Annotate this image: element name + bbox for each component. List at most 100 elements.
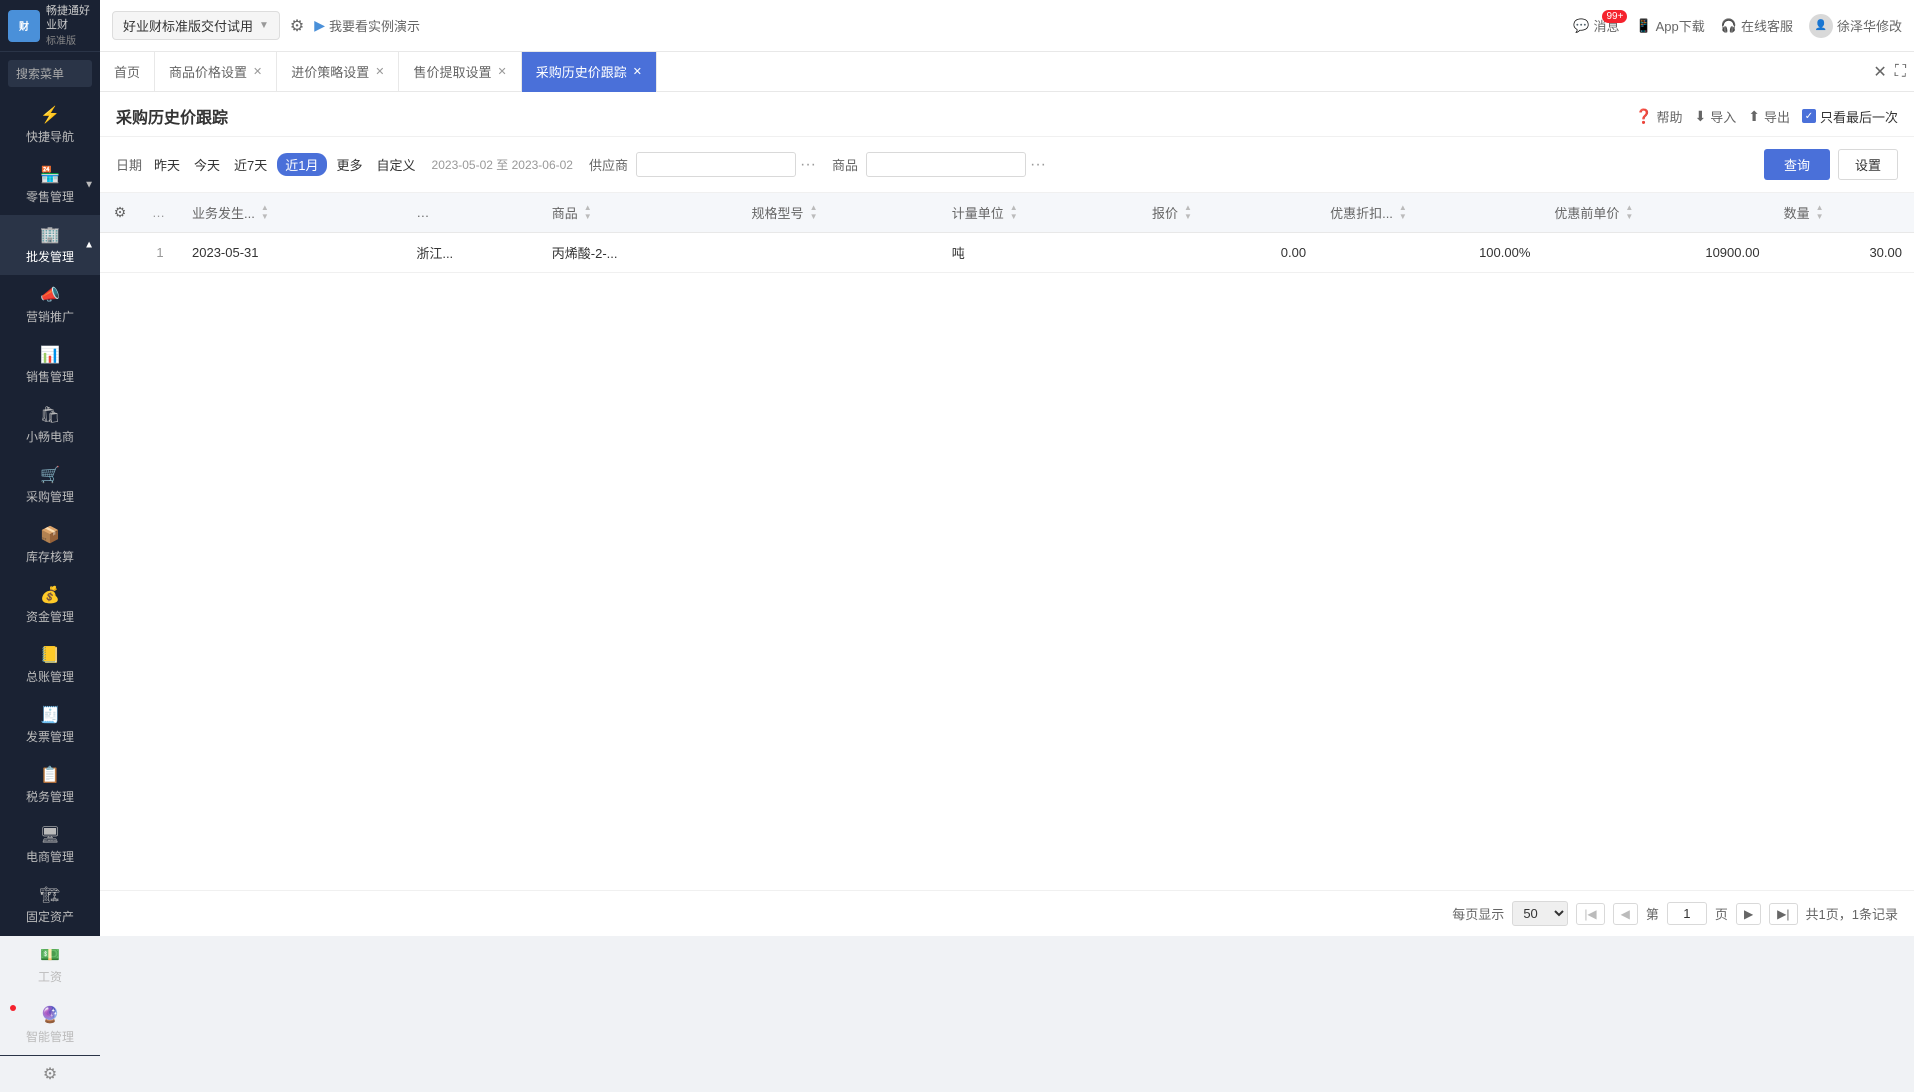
sort-up-icon: ▲ [810, 204, 818, 212]
sidebar-item-ecommerce-small[interactable]: 🛍 小畅电商 [0, 395, 100, 455]
supplier-filter-label: 供应商 [589, 155, 628, 174]
tab-purchase-history-close-icon[interactable]: ✕ [633, 65, 642, 78]
sort-down-icon: ▼ [1816, 213, 1824, 221]
col-discount-sort[interactable]: ▲ ▼ [1399, 204, 1407, 221]
sort-up-icon: ▲ [584, 204, 592, 212]
col-unit-label: 计量单位 [952, 203, 1004, 222]
table-settings-icon[interactable]: ⚙ [114, 204, 127, 220]
page-first-button[interactable]: |◀ [1576, 903, 1604, 925]
col-header-date[interactable]: 业务发生... ▲ ▼ [180, 193, 404, 233]
filter-row: 日期 昨天 今天 近7天 近1月 更多 自定义 2023-05-02 至 202… [116, 149, 1898, 180]
marketing-icon: 📣 [40, 285, 60, 305]
col-header-unit[interactable]: 计量单位 ▲ ▼ [940, 193, 1140, 233]
tab-home[interactable]: 首页 [100, 52, 155, 92]
sidebar-item-invoice[interactable]: 🧾 发票管理 [0, 695, 100, 755]
header-settings-icon[interactable]: ⚙ [290, 16, 304, 36]
sidebar-item-ledger[interactable]: 📒 总账管理 [0, 635, 100, 695]
import-link[interactable]: ⬇ 导入 [1694, 107, 1736, 126]
user-profile-button[interactable]: 👤 徐泽华修改 [1809, 14, 1902, 38]
sidebar-item-sales[interactable]: 📊 销售管理 [0, 335, 100, 395]
online-service-label: 在线客服 [1741, 16, 1793, 35]
col-qty-sort[interactable]: ▲ ▼ [1816, 204, 1824, 221]
col-header-pre-price[interactable]: 优惠前单价 ▲ ▼ [1542, 193, 1771, 233]
sort-down-icon: ▼ [261, 213, 269, 221]
export-link[interactable]: ⬆ 导出 [1748, 107, 1790, 126]
tab-goods-price-close-icon[interactable]: ✕ [253, 65, 262, 78]
col-pre-price-sort[interactable]: ▲ ▼ [1625, 204, 1633, 221]
tab-purchase-history[interactable]: 采购历史价跟踪 ✕ [522, 52, 657, 92]
col-header-price[interactable]: 报价 ▲ ▼ [1140, 193, 1318, 233]
sidebar-item-quick-nav[interactable]: ⚡ 快捷导航 [0, 95, 100, 155]
supplier-input[interactable] [636, 152, 796, 177]
date-option-yesterday[interactable]: 昨天 [150, 153, 184, 176]
sidebar-item-finance[interactable]: 💰 资金管理 [0, 575, 100, 635]
help-link[interactable]: ❓ 帮助 [1635, 107, 1682, 126]
bottom-settings-icon[interactable]: ⚙ [43, 1064, 57, 1084]
col-num-dots: … [152, 205, 165, 220]
sort-up-icon: ▲ [261, 204, 269, 212]
sidebar-item-purchase[interactable]: 🛒 采购管理 [0, 455, 100, 515]
col-header-goods[interactable]: 商品 ▲ ▼ [540, 193, 740, 233]
assets-label: 固定资产 [26, 908, 74, 925]
message-button[interactable]: 💬 消息 99+ [1573, 16, 1619, 35]
col-discount-label: 优惠折扣... [1330, 203, 1393, 222]
online-service-button[interactable]: 🎧 在线客服 [1721, 16, 1793, 35]
date-option-today[interactable]: 今天 [190, 153, 224, 176]
row-price: 0.00 [1281, 245, 1306, 260]
date-option-last1m[interactable]: 近1月 [277, 153, 326, 176]
col-spec-sort[interactable]: ▲ ▼ [810, 204, 818, 221]
col-date-sort[interactable]: ▲ ▼ [261, 204, 269, 221]
row-unit: 吨 [952, 246, 965, 261]
tab-expand-button[interactable]: ⛶ [1895, 63, 1906, 81]
sidebar-item-assets[interactable]: 🏗 固定资产 [0, 875, 100, 935]
goods-more-icon[interactable]: ··· [1030, 156, 1046, 174]
tab-purchase-strategy[interactable]: 进价策略设置 ✕ [277, 52, 399, 92]
goods-input[interactable] [866, 152, 1026, 177]
help-label: 帮助 [1656, 107, 1682, 126]
page-input[interactable] [1667, 902, 1707, 925]
page-prev-button[interactable]: ◀ [1613, 903, 1638, 925]
date-option-custom[interactable]: 自定义 [373, 153, 420, 176]
tab-sale-extract-close-icon[interactable]: ✕ [498, 65, 507, 78]
sidebar-item-marketing[interactable]: 📣 营销推广 [0, 275, 100, 335]
app-download-button[interactable]: 📱 App下载 [1635, 16, 1704, 35]
page-next-button[interactable]: ▶ [1736, 903, 1761, 925]
sidebar-item-inventory[interactable]: 📦 库存核算 [0, 515, 100, 575]
search-menu-button[interactable]: 搜索菜单 [8, 60, 92, 87]
col-price-sort[interactable]: ▲ ▼ [1184, 204, 1192, 221]
app-edition: 标准版 [46, 32, 92, 47]
table-header-row: ⚙ … 业务发生... ▲ [100, 193, 1914, 233]
sidebar-item-smart[interactable]: 🔮 智能管理 [0, 995, 100, 1055]
demo-link[interactable]: ▶ 我要看实例演示 [314, 16, 420, 35]
sidebar-item-wholesale[interactable]: 🏢 批发管理 ▲ [0, 215, 100, 275]
col-unit-sort[interactable]: ▲ ▼ [1010, 204, 1018, 221]
col-goods-sort[interactable]: ▲ ▼ [584, 204, 592, 221]
page-content: 采购历史价跟踪 ❓ 帮助 ⬇ 导入 ⬆ 导出 ✓ [100, 92, 1914, 936]
version-selector[interactable]: 好业财标准版交付试用 ▼ [112, 11, 280, 40]
supplier-more-icon[interactable]: ··· [800, 156, 816, 174]
tab-purchase-strategy-close-icon[interactable]: ✕ [375, 65, 384, 78]
tab-sale-extract[interactable]: 售价提取设置 ✕ [399, 52, 521, 92]
tab-goods-price[interactable]: 商品价格设置 ✕ [155, 52, 277, 92]
header-right-area: 💬 消息 99+ 📱 App下载 🎧 在线客服 👤 徐泽华修改 [1573, 14, 1902, 38]
sidebar-item-ecommerce[interactable]: 🖥 电商管理 [0, 815, 100, 875]
col-header-qty[interactable]: 数量 ▲ ▼ [1772, 193, 1914, 233]
date-option-last7[interactable]: 近7天 [230, 153, 271, 176]
sidebar-item-tax[interactable]: 📋 税务管理 [0, 755, 100, 815]
query-button[interactable]: 查询 [1764, 149, 1830, 180]
date-option-more[interactable]: 更多 [333, 153, 367, 176]
ecommerce-small-label: 小畅电商 [26, 428, 74, 445]
page-last-button[interactable]: ▶| [1769, 903, 1797, 925]
only-last-label: 只看最后一次 [1820, 107, 1898, 126]
sidebar-item-retail[interactable]: 🏪 零售管理 ▼ [0, 155, 100, 215]
only-last-checkbox[interactable]: ✓ 只看最后一次 [1802, 107, 1898, 126]
wholesale-label: 批发管理 [26, 248, 74, 265]
page-label: 第 [1646, 904, 1659, 923]
tab-close-all-button[interactable]: ✕ [1873, 62, 1886, 82]
goods-filter-label: 商品 [832, 155, 858, 174]
per-page-select[interactable]: 20 50 100 [1512, 901, 1568, 926]
sidebar-item-salary[interactable]: 💵 工资 [0, 935, 100, 995]
col-header-spec[interactable]: 规格型号 ▲ ▼ [740, 193, 940, 233]
settings-button[interactable]: 设置 [1838, 149, 1898, 180]
col-header-discount[interactable]: 优惠折扣... ▲ ▼ [1318, 193, 1542, 233]
